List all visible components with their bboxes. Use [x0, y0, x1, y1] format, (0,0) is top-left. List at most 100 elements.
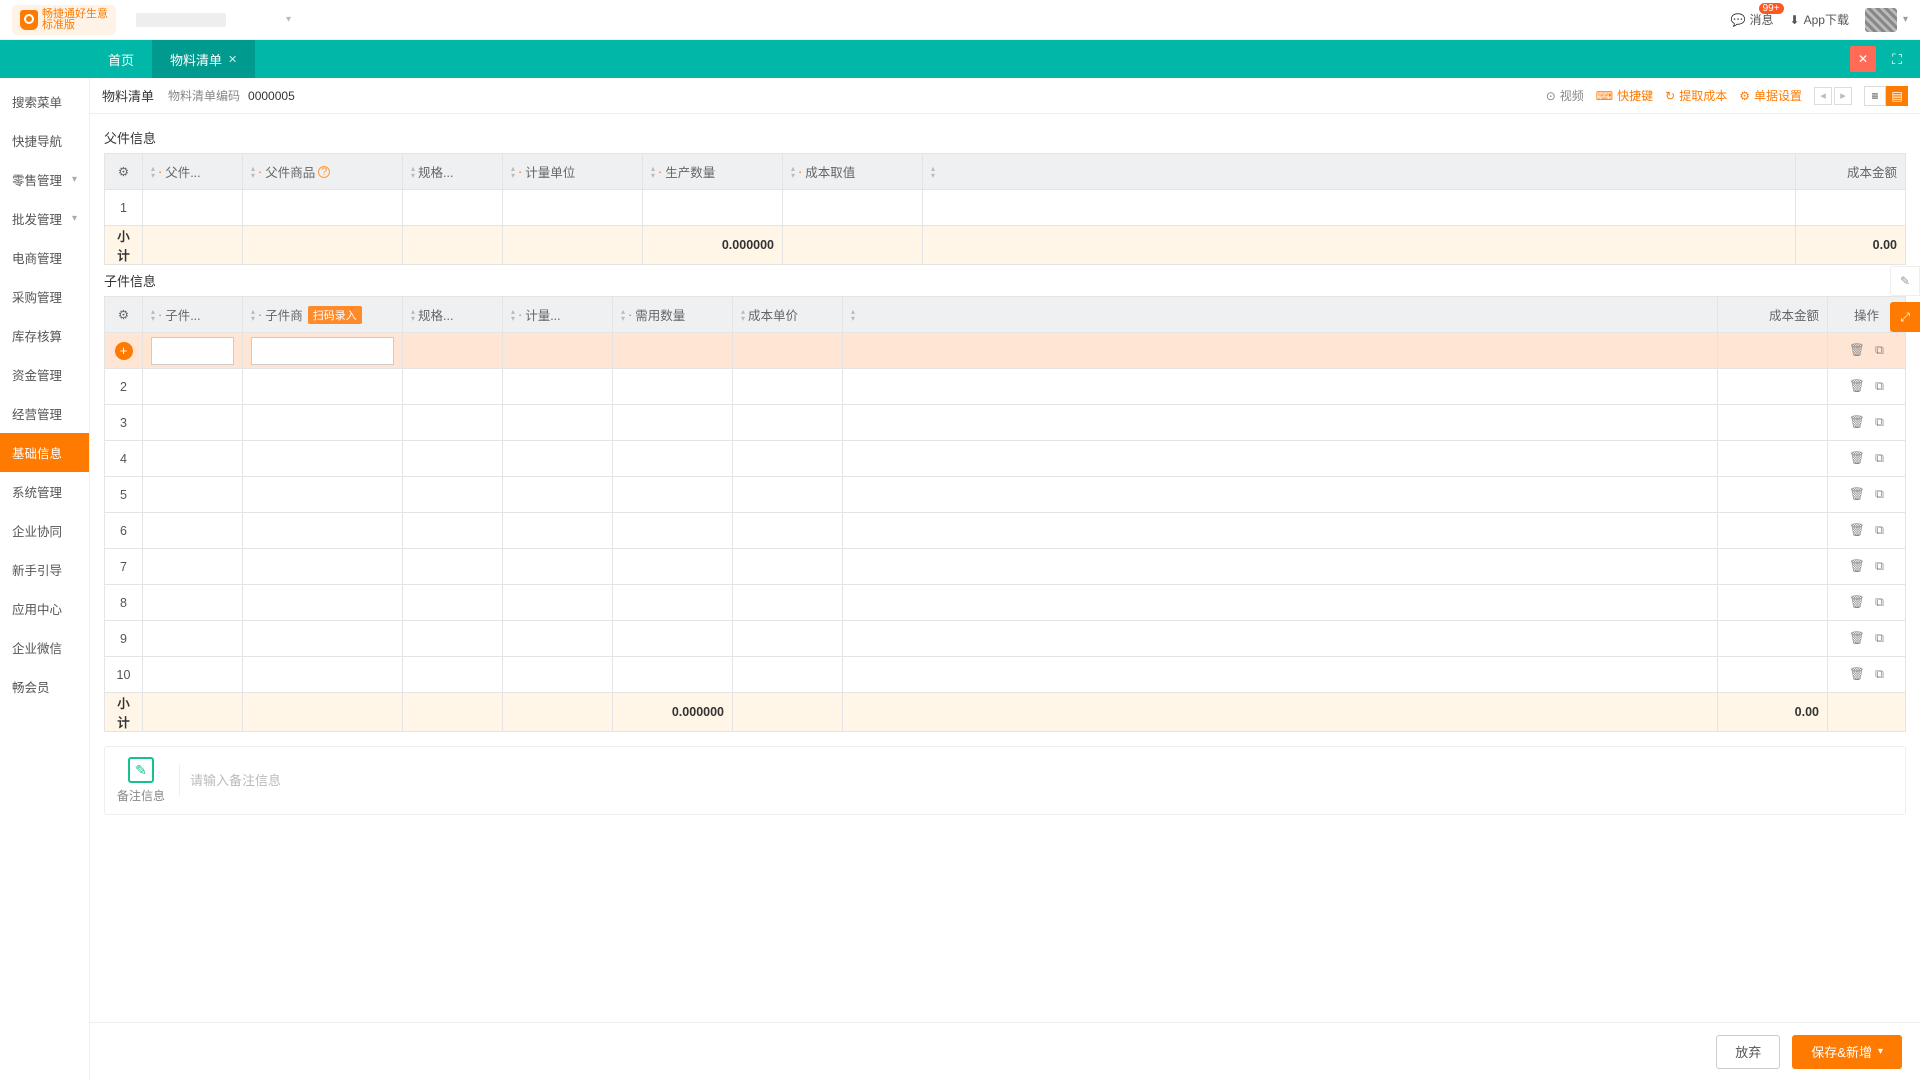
sidebar-item-15[interactable]: 畅会员 — [0, 667, 89, 706]
remark-input[interactable] — [179, 765, 1893, 796]
parent-row[interactable]: 1 — [105, 190, 1906, 226]
copy-icon[interactable]: ⧉ — [1875, 631, 1884, 646]
child-product-input[interactable] — [251, 337, 394, 365]
copy-icon[interactable]: ⧉ — [1875, 523, 1884, 538]
col-child-code[interactable]: ▴▾·子件... — [143, 297, 243, 333]
sidebar-item-label: 系统管理 — [12, 482, 62, 501]
col-child-price[interactable]: ▴▾成本单价 — [733, 297, 843, 333]
column-settings[interactable]: ⚙ — [105, 297, 143, 333]
copy-icon[interactable]: ⧉ — [1875, 379, 1884, 394]
child-code-input[interactable] — [151, 337, 234, 365]
scan-entry-badge[interactable]: 扫码录入 — [308, 306, 362, 324]
add-row-button[interactable]: + — [115, 342, 133, 360]
cancel-button[interactable]: 放弃 — [1716, 1035, 1780, 1069]
close-all-tabs[interactable]: ✕ — [1850, 46, 1876, 72]
col-child-product[interactable]: ▴▾·子件商扫码录入 — [243, 297, 403, 333]
copy-icon[interactable]: ⧉ — [1875, 667, 1884, 682]
parent-section-title: 父件信息 — [104, 128, 1906, 147]
sidebar-item-2[interactable]: 零售管理▾ — [0, 160, 89, 199]
close-icon[interactable]: ✕ — [228, 53, 237, 66]
company-selector[interactable]: ▾ — [136, 13, 291, 27]
sidebar-item-12[interactable]: 新手引导 — [0, 550, 89, 589]
col-child-unit[interactable]: ▴▾·计量... — [503, 297, 613, 333]
sidebar-item-0[interactable]: 搜索菜单 — [0, 82, 89, 121]
chevron-down-icon[interactable]: ▾ — [1903, 14, 1908, 25]
tab-bom[interactable]: 物料清单 ✕ — [152, 40, 255, 78]
rail-edit[interactable]: ✎ — [1890, 266, 1920, 296]
col-parent-qty[interactable]: ▴▾·生产数量 — [643, 154, 783, 190]
video-label: 视频 — [1560, 87, 1584, 104]
sidebar-item-8[interactable]: 经营管理 — [0, 394, 89, 433]
sidebar-item-10[interactable]: 系统管理 — [0, 472, 89, 511]
child-row[interactable]: 4🗑⧉ — [105, 441, 1906, 477]
parent-subtotal: 小计 0.000000 0.00 — [105, 226, 1906, 265]
copy-icon[interactable]: ⧉ — [1875, 487, 1884, 502]
sidebar-item-1[interactable]: 快捷导航 — [0, 121, 89, 160]
column-settings[interactable]: ⚙ — [105, 154, 143, 190]
col-parent-spec[interactable]: ▴▾规格... — [403, 154, 503, 190]
delete-icon[interactable]: 🗑 — [1849, 523, 1865, 538]
col-parent-amt[interactable]: 成本金额 — [1796, 154, 1906, 190]
fullscreen-toggle[interactable]: ⛶ — [1884, 46, 1910, 72]
sidebar-item-9[interactable]: 基础信息 — [0, 433, 89, 472]
col-parent-code[interactable]: ▴▾·父件... — [143, 154, 243, 190]
col-parent-costsrc[interactable]: ▴▾·成本取值 — [783, 154, 923, 190]
tab-home[interactable]: 首页 — [90, 40, 152, 78]
sidebar-item-7[interactable]: 资金管理 — [0, 355, 89, 394]
delete-icon[interactable]: 🗑 — [1849, 451, 1865, 466]
avatar[interactable] — [1865, 8, 1897, 32]
copy-icon[interactable]: ⧉ — [1875, 451, 1884, 466]
sidebar-item-6[interactable]: 库存核算 — [0, 316, 89, 355]
child-row-active[interactable]: + 🗑 ⧉ — [105, 333, 1906, 369]
child-row[interactable]: 7🗑⧉ — [105, 549, 1906, 585]
delete-icon[interactable]: 🗑 — [1849, 667, 1865, 682]
delete-icon[interactable]: 🗑 — [1849, 595, 1865, 610]
doc-settings-label: 单据设置 — [1754, 87, 1802, 104]
pager-next[interactable]: ▸ — [1834, 87, 1852, 105]
save-and-new-button[interactable]: 保存&新增▾ — [1792, 1035, 1902, 1069]
sidebar-item-14[interactable]: 企业微信 — [0, 628, 89, 667]
delete-icon[interactable]: 🗑 — [1849, 631, 1865, 646]
col-child-spec[interactable]: ▴▾规格... — [403, 297, 503, 333]
rail-expand[interactable]: ⤢ — [1890, 302, 1920, 332]
child-row[interactable]: 9🗑⧉ — [105, 621, 1906, 657]
app-download-link[interactable]: ⬇ App下载 — [1790, 11, 1849, 28]
delete-icon[interactable]: 🗑 — [1849, 559, 1865, 574]
shortcut-keys[interactable]: ⌨快捷键 — [1596, 87, 1653, 104]
delete-icon[interactable]: 🗑 — [1849, 343, 1865, 358]
messages-link[interactable]: 💬 消息 99+ — [1731, 11, 1774, 28]
delete-icon[interactable]: 🗑 — [1849, 415, 1865, 430]
col-child-qty[interactable]: ▴▾·需用数量 — [613, 297, 733, 333]
view-form[interactable]: ▤ — [1886, 86, 1908, 106]
sidebar-item-13[interactable]: 应用中心 — [0, 589, 89, 628]
copy-icon[interactable]: ⧉ — [1875, 343, 1884, 358]
tab-bom-label: 物料清单 — [170, 50, 222, 69]
view-list[interactable]: ≡ — [1864, 86, 1886, 106]
sidebar-item-4[interactable]: 电商管理 — [0, 238, 89, 277]
copy-icon[interactable]: ⧉ — [1875, 559, 1884, 574]
copy-icon[interactable]: ⧉ — [1875, 415, 1884, 430]
child-row[interactable]: 10🗑⧉ — [105, 657, 1906, 693]
remark-section: ✎ 备注信息 — [104, 746, 1906, 815]
col-child-amt[interactable]: 成本金额 — [1718, 297, 1828, 333]
col-parent-unit[interactable]: ▴▾·计量单位 — [503, 154, 643, 190]
sidebar-item-11[interactable]: 企业协同 — [0, 511, 89, 550]
video-help[interactable]: ⊙视频 — [1546, 87, 1584, 104]
child-row[interactable]: 2🗑⧉ — [105, 369, 1906, 405]
sidebar-item-3[interactable]: 批发管理▾ — [0, 199, 89, 238]
delete-icon[interactable]: 🗑 — [1849, 487, 1865, 502]
delete-icon[interactable]: 🗑 — [1849, 379, 1865, 394]
col-parent-product[interactable]: ▴▾·父件商品? — [243, 154, 403, 190]
child-row[interactable]: 6🗑⧉ — [105, 513, 1906, 549]
child-row[interactable]: 3🗑⧉ — [105, 405, 1906, 441]
subtotal-qty: 0.000000 — [613, 693, 733, 732]
child-row[interactable]: 5🗑⧉ — [105, 477, 1906, 513]
pager-prev[interactable]: ◂ — [1814, 87, 1832, 105]
help-icon[interactable]: ? — [318, 166, 330, 178]
extract-cost[interactable]: ↻提取成本 — [1665, 87, 1727, 104]
copy-icon[interactable]: ⧉ — [1875, 595, 1884, 610]
chevron-down-icon: ▾ — [286, 14, 291, 25]
sidebar-item-5[interactable]: 采购管理 — [0, 277, 89, 316]
doc-settings[interactable]: ⚙单据设置 — [1739, 87, 1802, 104]
child-row[interactable]: 8🗑⧉ — [105, 585, 1906, 621]
